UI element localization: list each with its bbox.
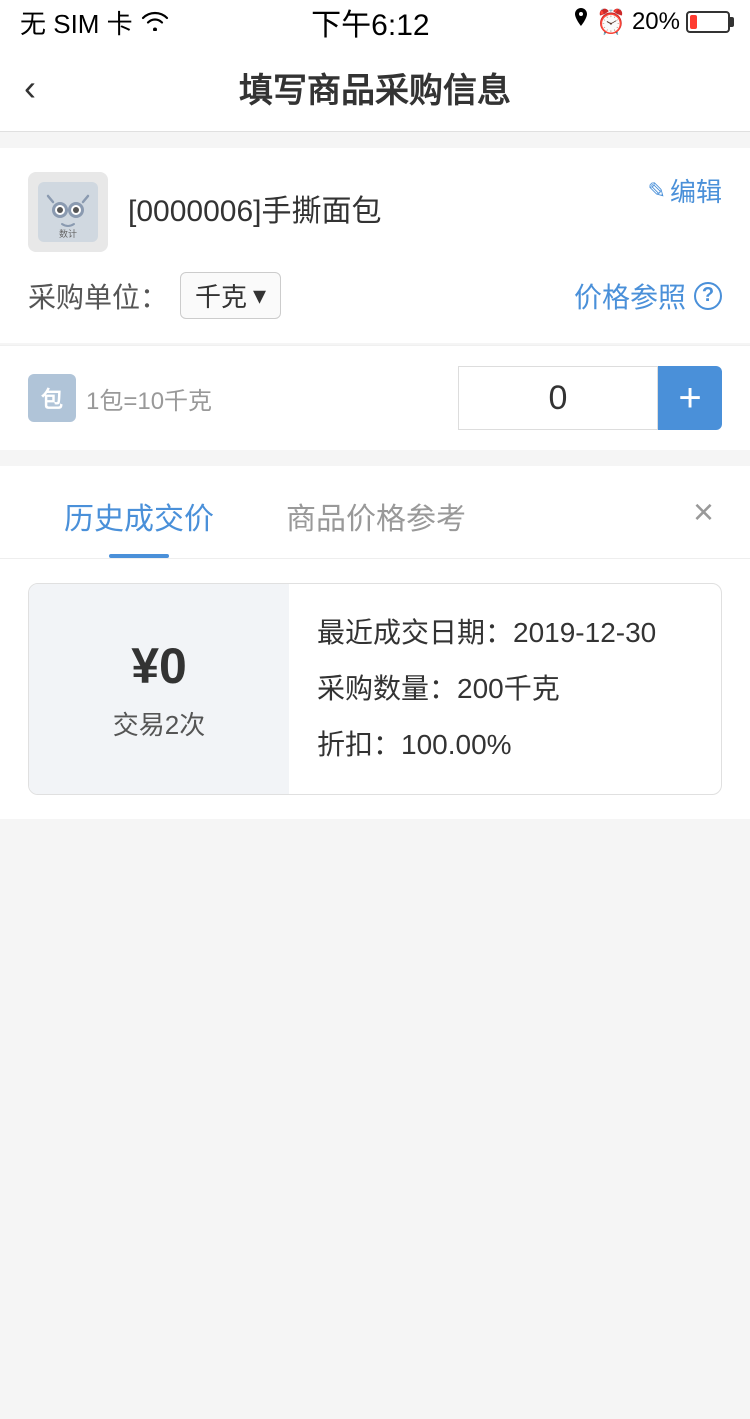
purchase-qty-label: 采购数量： bbox=[317, 673, 457, 704]
latest-date-row: 最近成交日期：2019-12-30 bbox=[317, 612, 693, 654]
alarm-icon: ⏰ bbox=[596, 8, 626, 37]
tabs-header: 历史成交价 商品价格参考 × bbox=[0, 466, 750, 559]
product-left: 数计 [0000006]手撕面包 bbox=[28, 172, 381, 252]
bag-conversion-label: 1包=10千克 bbox=[86, 381, 212, 416]
card-right: 最近成交日期：2019-12-30 采购数量：200千克 折扣：100.00% bbox=[289, 584, 721, 794]
purchase-qty-row: 采购数量：200千克 bbox=[317, 668, 693, 710]
tab-history-price[interactable]: 历史成交价 bbox=[28, 466, 250, 558]
wifi-icon bbox=[141, 7, 169, 38]
edit-button[interactable]: ✎ 编辑 bbox=[648, 172, 722, 209]
history-card: ¥0 交易2次 最近成交日期：2019-12-30 采购数量：200千克 折扣：… bbox=[28, 583, 722, 795]
location-icon bbox=[572, 8, 590, 37]
purchase-qty-value: 200千克 bbox=[457, 673, 560, 704]
tab-price-reference[interactable]: 商品价格参考 bbox=[250, 466, 502, 558]
status-time: 下午6:12 bbox=[311, 0, 429, 44]
product-logo-icon: 数计 bbox=[38, 182, 98, 242]
battery-percent: 20% bbox=[632, 8, 680, 36]
svg-text:数计: 数计 bbox=[59, 228, 77, 239]
back-button[interactable]: ‹ bbox=[24, 67, 36, 109]
help-icon: ? bbox=[694, 282, 722, 310]
page-background bbox=[0, 819, 750, 1419]
product-header: 数计 [0000006]手撕面包 ✎ 编辑 bbox=[28, 172, 722, 252]
dropdown-arrow-icon: ▾ bbox=[253, 280, 266, 311]
discount-label: 折扣： bbox=[317, 729, 401, 760]
card-left: ¥0 交易2次 bbox=[29, 584, 289, 794]
tabs-section: 历史成交价 商品价格参考 × ¥0 交易2次 最近成交日期：2019-12-30… bbox=[0, 466, 750, 819]
unit-selector-dropdown[interactable]: 千克 ▾ bbox=[180, 272, 281, 319]
quantity-label: 包 1包=10千克 bbox=[28, 374, 212, 422]
quantity-controls: 0 + bbox=[458, 366, 722, 430]
product-thumbnail: 数计 bbox=[28, 172, 108, 252]
quantity-plus-button[interactable]: + bbox=[658, 366, 722, 430]
card-section: ¥0 交易2次 最近成交日期：2019-12-30 采购数量：200千克 折扣：… bbox=[0, 559, 750, 819]
carrier-text: 无 SIM 卡 bbox=[20, 4, 133, 41]
close-button[interactable]: × bbox=[685, 483, 722, 541]
unit-label-text: 采购单位： bbox=[28, 276, 168, 316]
discount-value: 100.00% bbox=[401, 729, 512, 760]
quantity-input[interactable]: 0 bbox=[458, 366, 658, 430]
quantity-section: 包 1包=10千克 0 + bbox=[0, 345, 750, 450]
history-price: ¥0 bbox=[131, 637, 187, 695]
latest-date-value: 2019-12-30 bbox=[513, 617, 656, 648]
edit-icon: ✎ bbox=[648, 178, 666, 204]
status-right: ⏰ 20% bbox=[572, 8, 730, 37]
price-reference-button[interactable]: 价格参照 ? bbox=[574, 276, 722, 316]
product-name: [0000006]手撕面包 bbox=[128, 191, 381, 233]
discount-row: 折扣：100.00% bbox=[317, 724, 693, 766]
status-left: 无 SIM 卡 bbox=[20, 4, 169, 41]
transaction-count: 交易2次 bbox=[113, 705, 205, 742]
tabs-list: 历史成交价 商品价格参考 bbox=[28, 466, 502, 558]
unit-row: 采购单位： 千克 ▾ bbox=[28, 272, 281, 319]
product-section: 数计 [0000006]手撕面包 ✎ 编辑 采购单位： 千克 ▾ 价格参照 ? bbox=[0, 148, 750, 343]
latest-date-label: 最近成交日期： bbox=[317, 617, 513, 648]
page-title: 填写商品采购信息 bbox=[239, 63, 511, 112]
battery-icon bbox=[686, 11, 730, 33]
status-bar: 无 SIM 卡 下午6:12 ⏰ 20% bbox=[0, 0, 750, 44]
nav-bar: ‹ 填写商品采购信息 bbox=[0, 44, 750, 132]
product-meta: 采购单位： 千克 ▾ 价格参照 ? bbox=[28, 272, 722, 319]
bag-unit-icon: 包 bbox=[28, 374, 76, 422]
